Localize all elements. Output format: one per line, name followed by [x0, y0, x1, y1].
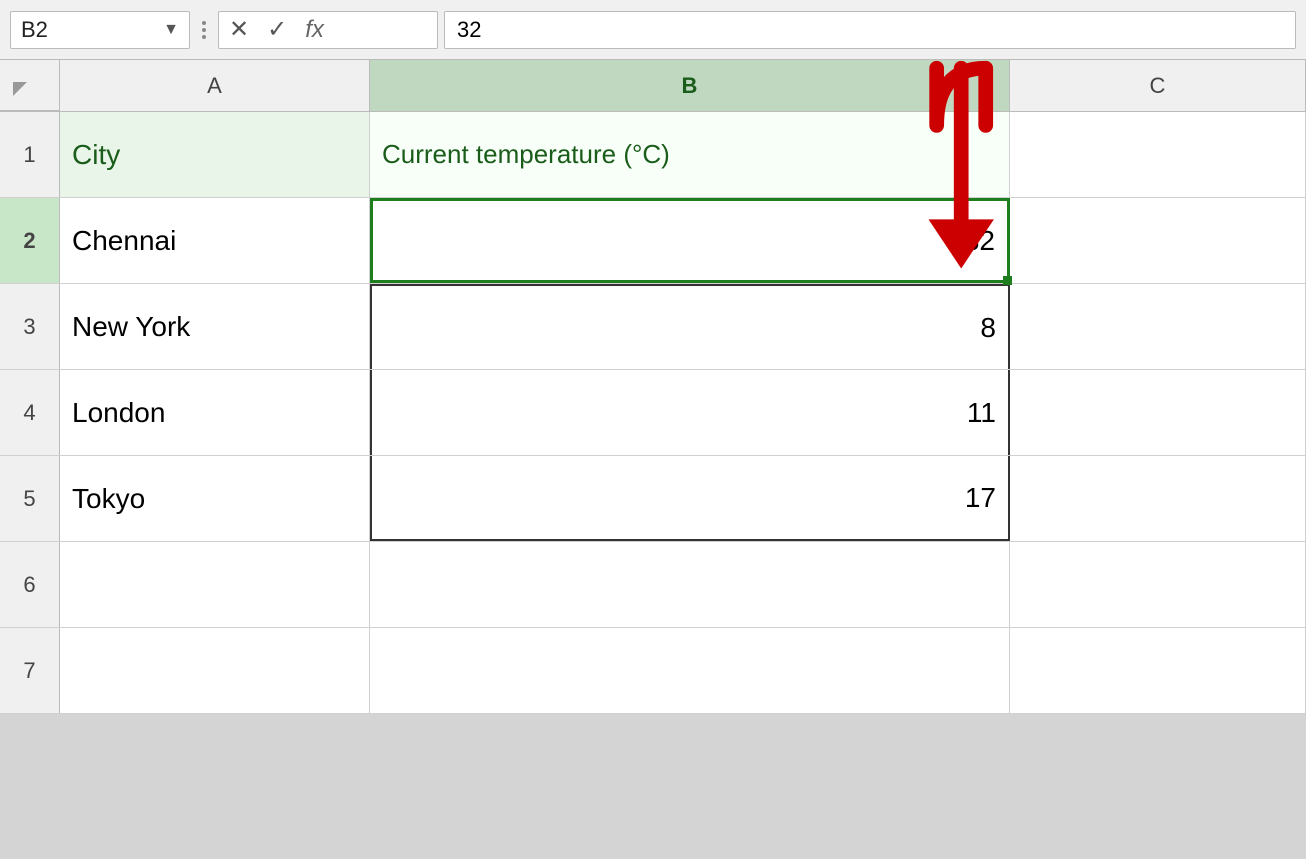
corner-triangle-icon — [13, 82, 27, 96]
cancel-formula-button[interactable]: ✕ — [229, 15, 249, 44]
cell-c7[interactable] — [1010, 628, 1306, 713]
name-box[interactable]: B2 ▼ — [10, 11, 190, 49]
column-header-b[interactable]: B — [370, 60, 1010, 111]
formula-bar: B2 ▼ ✕ ✓ fx 32 — [0, 0, 1306, 60]
table-row: 2 Chennai 32 — [0, 198, 1306, 284]
cell-b4[interactable]: 11 — [370, 370, 1010, 455]
formula-input[interactable]: 32 — [444, 11, 1296, 49]
name-box-value: B2 — [21, 17, 48, 43]
row-number-1: 1 — [0, 112, 60, 197]
fill-handle[interactable] — [1003, 276, 1012, 285]
cell-b5[interactable]: 17 — [370, 456, 1010, 541]
table-row: 1 City Current temperature (°C) — [0, 112, 1306, 198]
table-row: 3 New York 8 — [0, 284, 1306, 370]
cell-c3[interactable] — [1010, 284, 1306, 369]
formula-icons-group: ✕ ✓ fx — [218, 11, 438, 49]
cell-a2[interactable]: Chennai — [60, 198, 370, 283]
row-number-6: 6 — [0, 542, 60, 627]
cell-b1[interactable]: Current temperature (°C) — [370, 112, 1010, 197]
cell-b6[interactable] — [370, 542, 1010, 627]
column-header-a[interactable]: A — [60, 60, 370, 111]
cell-b7[interactable] — [370, 628, 1010, 713]
cell-a6[interactable] — [60, 542, 370, 627]
cell-a4[interactable]: London — [60, 370, 370, 455]
cell-a5[interactable]: Tokyo — [60, 456, 370, 541]
table-row: 5 Tokyo 17 — [0, 456, 1306, 542]
name-box-dropdown-icon[interactable]: ▼ — [163, 21, 179, 39]
table-row: 4 London 11 — [0, 370, 1306, 456]
row-number-7: 7 — [0, 628, 60, 713]
formula-bar-divider — [196, 17, 212, 43]
column-header-c[interactable]: C — [1010, 60, 1306, 111]
table-row: 6 — [0, 542, 1306, 628]
cell-b3[interactable]: 8 — [370, 284, 1010, 369]
cell-c6[interactable] — [1010, 542, 1306, 627]
cell-b2[interactable]: 32 — [370, 198, 1010, 283]
row-number-4: 4 — [0, 370, 60, 455]
cell-c1[interactable] — [1010, 112, 1306, 197]
spreadsheet: A B C 1 City Current temperature (°C) — [0, 60, 1306, 714]
cell-c2[interactable] — [1010, 198, 1306, 283]
row-number-5: 5 — [0, 456, 60, 541]
cell-c5[interactable] — [1010, 456, 1306, 541]
data-rows: 1 City Current temperature (°C) 2 Chenna… — [0, 112, 1306, 714]
cell-a1[interactable]: City — [60, 112, 370, 197]
fx-icon: fx — [305, 16, 324, 44]
column-headers: A B C — [0, 60, 1306, 112]
cell-a7[interactable] — [60, 628, 370, 713]
formula-input-value: 32 — [457, 17, 481, 43]
confirm-formula-button[interactable]: ✓ — [267, 15, 287, 44]
row-number-2: 2 — [0, 198, 60, 283]
row-number-3: 3 — [0, 284, 60, 369]
cell-a3[interactable]: New York — [60, 284, 370, 369]
cell-c4[interactable] — [1010, 370, 1306, 455]
select-all-corner[interactable] — [0, 60, 60, 111]
table-row: 7 — [0, 628, 1306, 714]
